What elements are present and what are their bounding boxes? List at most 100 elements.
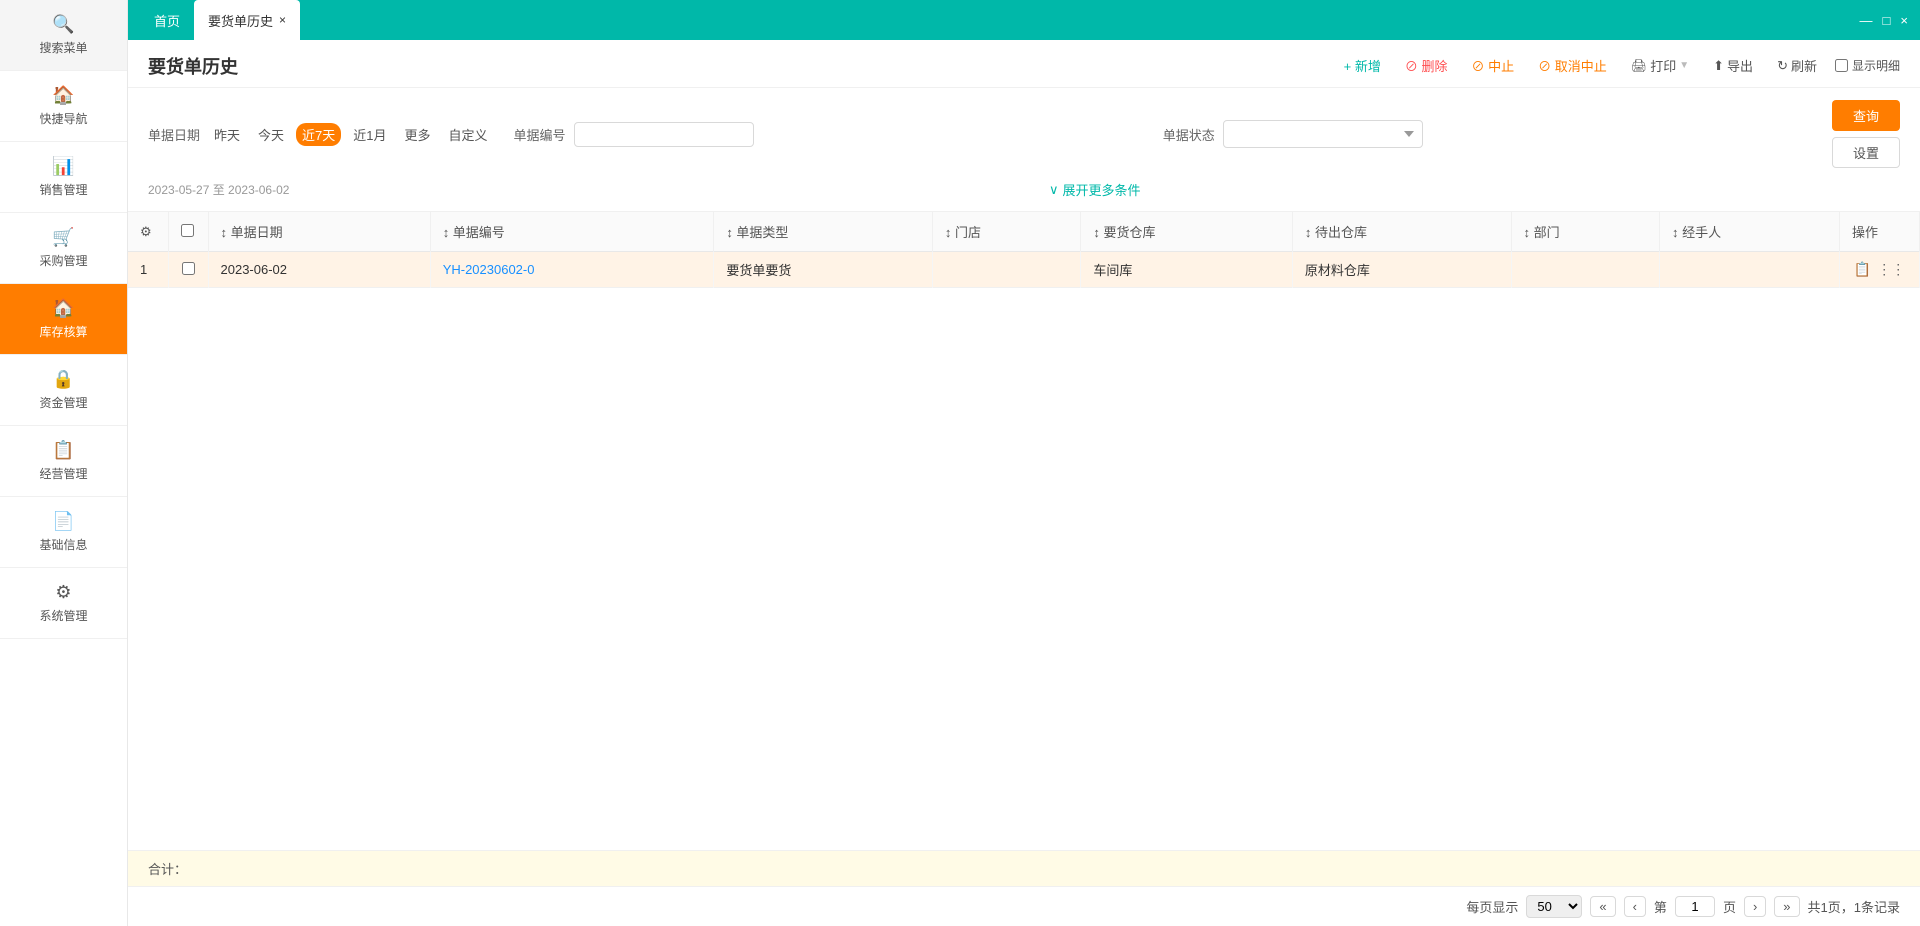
setting-button[interactable]: 设置: [1832, 137, 1900, 168]
date-filter-label: 单据日期: [148, 125, 200, 144]
doc-no-label: 单据编号: [514, 125, 566, 144]
doc-no-filter-group: 单据编号: [514, 122, 754, 147]
th-settings[interactable]: ⚙: [128, 212, 168, 252]
per-page-select[interactable]: 50 10 20 100: [1526, 895, 1582, 918]
next-page-btn[interactable]: ›: [1744, 896, 1766, 917]
shortcut-yesterday[interactable]: 昨天: [208, 123, 246, 146]
op-icons-container: 📋 ⋮⋮: [1852, 261, 1907, 278]
sidebar-item-search-menu[interactable]: 🔍 搜索菜单: [0, 0, 127, 71]
show-detail-label: 显示明细: [1852, 57, 1900, 74]
window-maximize-btn[interactable]: □: [1883, 13, 1891, 28]
first-page-btn[interactable]: «: [1590, 896, 1615, 917]
show-detail-checkbox-label[interactable]: 显示明细: [1835, 57, 1900, 74]
sidebar-item-label: 快捷导航: [39, 110, 87, 127]
cell-req-warehouse: 车间库: [1081, 252, 1293, 288]
table-body: 1 2023-06-02 YH-20230602-0 要货单要货 车间库 原材料…: [128, 252, 1920, 288]
sidebar-item-purchase-mgmt[interactable]: 🛒 采购管理: [0, 213, 127, 284]
th-store[interactable]: ↕ 门店: [932, 212, 1080, 252]
tab-active[interactable]: 要货单历史 ×: [194, 0, 300, 40]
th-dept[interactable]: ↕ 部门: [1511, 212, 1659, 252]
shortcut-custom[interactable]: 自定义: [443, 123, 494, 146]
show-detail-checkbox[interactable]: [1835, 59, 1848, 72]
stop-button[interactable]: ⊘ 中止: [1465, 52, 1520, 79]
th-doc-no[interactable]: ↕ 单据编号: [430, 212, 714, 252]
sidebar-item-quick-nav[interactable]: 🏠 快捷导航: [0, 71, 127, 142]
sidebar-item-label: 库存核算: [39, 323, 87, 340]
ops-mgmt-icon: 📋: [52, 440, 74, 461]
th-doc-type[interactable]: ↕ 单据类型: [714, 212, 933, 252]
shortcut-7days[interactable]: 近7天: [296, 123, 341, 146]
page-number-input[interactable]: [1675, 896, 1715, 917]
export-button[interactable]: ⬆ 导出: [1707, 52, 1759, 79]
expand-down-icon: ∨: [1049, 182, 1059, 198]
tab-home-label: 首页: [154, 11, 180, 30]
th-checkbox[interactable]: [168, 212, 208, 252]
th-pending-warehouse[interactable]: ↕ 待出仓库: [1292, 212, 1511, 252]
topbar: 首页 要货单历史 × — □ ×: [128, 0, 1920, 40]
th-req-warehouse[interactable]: ↕ 要货仓库: [1081, 212, 1293, 252]
cell-operations: 📋 ⋮⋮: [1840, 252, 1920, 288]
date-shortcuts: 昨天 今天 近7天 近1月 更多 自定义: [208, 123, 494, 146]
shortcut-1month[interactable]: 近1月: [347, 123, 392, 146]
new-button[interactable]: + 新增: [1338, 52, 1387, 79]
filter-actions: 查询 设置: [1832, 100, 1900, 168]
refresh-icon: ↻: [1777, 58, 1788, 74]
shortcut-more[interactable]: 更多: [399, 123, 437, 146]
last-page-btn[interactable]: »: [1774, 896, 1799, 917]
table-area: ⚙ ↕ 单据日期 ↕ 单据编号 ↕ 单据类型 ↕ 门店: [128, 212, 1920, 850]
total-records-label: 共1页，1条记录: [1808, 897, 1900, 916]
sidebar-item-sales-mgmt[interactable]: 📊 销售管理: [0, 142, 127, 213]
sys-mgmt-icon: ⚙: [55, 582, 71, 603]
row-checkbox[interactable]: [182, 262, 195, 275]
sidebar-item-base-info[interactable]: 📄 基础信息: [0, 497, 127, 568]
refresh-button[interactable]: ↻ 刷新: [1771, 52, 1823, 79]
page-prefix-label: 第: [1654, 897, 1667, 916]
th-handler[interactable]: ↕ 经手人: [1659, 212, 1839, 252]
print-button[interactable]: 🖨 🖨 打印 打印 ▼: [1625, 52, 1695, 79]
tab-close-icon[interactable]: ×: [279, 13, 286, 27]
sidebar-item-label: 资金管理: [39, 394, 87, 411]
prev-page-btn[interactable]: ‹: [1624, 896, 1646, 917]
expand-more-btn[interactable]: ∨ 展开更多条件: [1049, 176, 1141, 203]
th-doc-type-label: ↕ 单据类型: [726, 225, 788, 240]
pagination-bar: 每页显示 50 10 20 100 « ‹ 第 页 › » 共1页，1条记录: [128, 886, 1920, 926]
row-more-icon[interactable]: ⋮⋮: [1877, 261, 1905, 278]
sidebar: 🔍 搜索菜单 🏠 快捷导航 📊 销售管理 🛒 采购管理 🏠 库存核算 🔒 资金管…: [0, 0, 128, 926]
doc-no-link[interactable]: YH-20230602-0: [443, 262, 535, 277]
sidebar-item-sys-mgmt[interactable]: ⚙ 系统管理: [0, 568, 127, 639]
cell-checkbox[interactable]: [168, 252, 208, 288]
status-select[interactable]: [1223, 120, 1423, 148]
print-icon: 🖨: [1631, 58, 1648, 74]
sidebar-item-label: 基础信息: [39, 536, 87, 553]
sidebar-item-inventory-calc[interactable]: 🏠 库存核算: [0, 284, 127, 355]
tab-home[interactable]: 首页: [140, 0, 194, 40]
sidebar-item-label: 销售管理: [39, 181, 87, 198]
row-edit-icon[interactable]: 📋: [1854, 261, 1871, 278]
cell-doc-no[interactable]: YH-20230602-0: [430, 252, 714, 288]
cell-num: 1: [128, 252, 168, 288]
cancel-stop-button[interactable]: ⊘ 取消中止: [1532, 52, 1613, 79]
th-date[interactable]: ↕ 单据日期: [208, 212, 430, 252]
th-pending-warehouse-label: ↕ 待出仓库: [1305, 225, 1367, 240]
page-header: 要货单历史 + 新增 ⊘ 删除 ⊘ 中止 ⊘ 取消中止 🖨 🖨 打印 打印 ▼ …: [128, 40, 1920, 88]
date-range-display: 2023-05-27 至 2023-06-02: [148, 181, 289, 198]
select-all-checkbox[interactable]: [181, 224, 194, 237]
th-operations: 操作: [1840, 212, 1920, 252]
sales-mgmt-icon: 📊: [52, 156, 74, 177]
sidebar-item-label: 经营管理: [39, 465, 87, 482]
window-close-btn[interactable]: ×: [1900, 13, 1908, 28]
table-row[interactable]: 1 2023-06-02 YH-20230602-0 要货单要货 车间库 原材料…: [128, 252, 1920, 288]
delete-button[interactable]: ⊘ 删除: [1399, 52, 1454, 79]
th-req-warehouse-label: ↕ 要货仓库: [1093, 225, 1155, 240]
query-button[interactable]: 查询: [1832, 100, 1900, 131]
export-icon: ⬆: [1713, 58, 1724, 74]
window-minimize-btn[interactable]: —: [1860, 13, 1873, 28]
doc-no-input[interactable]: [574, 122, 754, 147]
shortcut-today[interactable]: 今天: [252, 123, 290, 146]
sidebar-item-finance-mgmt[interactable]: 🔒 资金管理: [0, 355, 127, 426]
search-menu-icon: 🔍: [52, 14, 74, 35]
base-info-icon: 📄: [52, 511, 74, 532]
sidebar-item-ops-mgmt[interactable]: 📋 经营管理: [0, 426, 127, 497]
finance-mgmt-icon: 🔒: [52, 369, 74, 390]
print-dropdown-icon[interactable]: ▼: [1679, 60, 1689, 71]
